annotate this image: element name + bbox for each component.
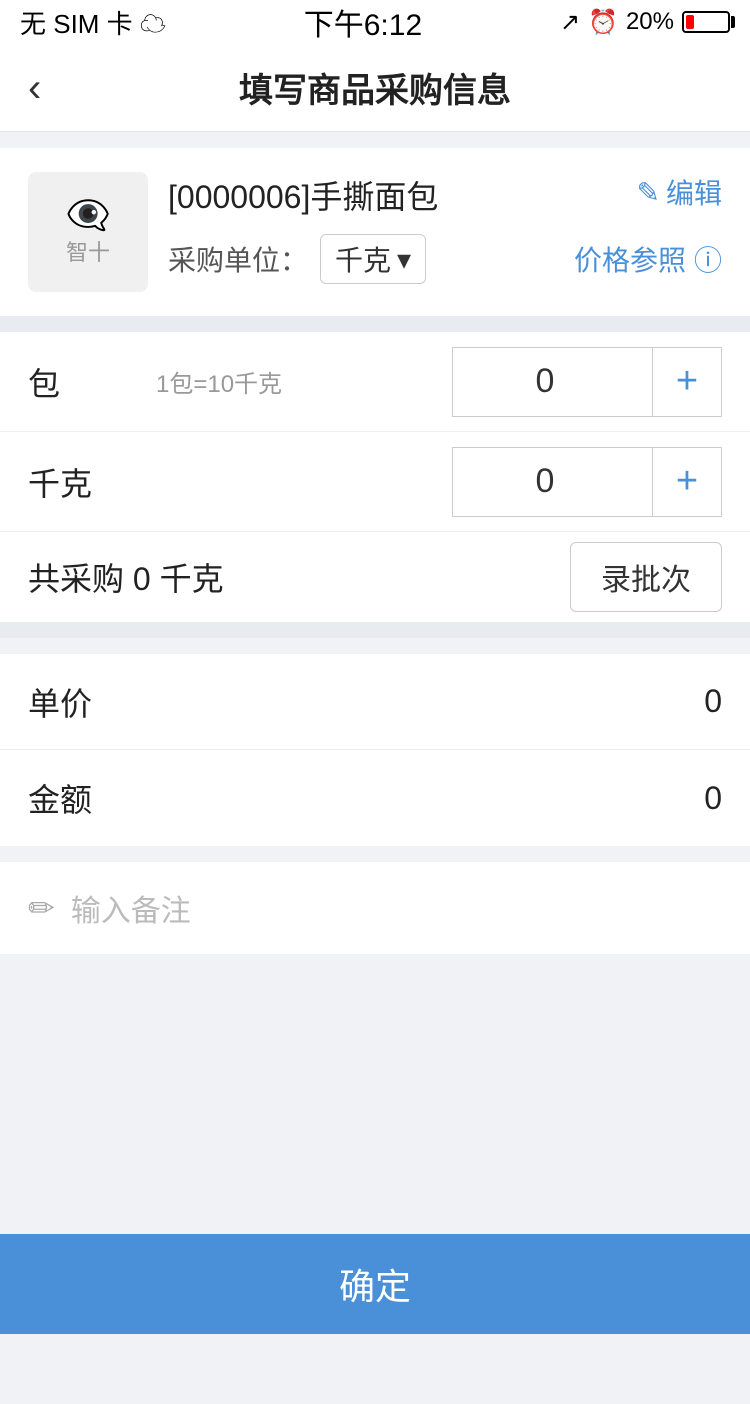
unit-price-row: 单价 0 (0, 654, 750, 750)
alarm-icon: ⏰ (588, 8, 618, 37)
package-quantity-box: + (452, 347, 722, 417)
kg-label: 千克 (28, 459, 148, 505)
amount-row: 金额 0 (0, 750, 750, 846)
total-row: 共采购 0 千克 录批次 (0, 532, 750, 622)
remark-section[interactable]: ✏ 输入备注 (0, 862, 750, 954)
back-button[interactable]: ‹ (28, 68, 41, 108)
record-batch-button[interactable]: 录批次 (570, 542, 722, 612)
product-unit: 采购单位： 千克 ▾ (168, 234, 426, 284)
product-name: [0000006]手撕面包 (168, 172, 438, 218)
product-image: 👁️‍🗨️ 智十 (28, 172, 148, 292)
edit-label: 编辑 (666, 172, 722, 212)
unit-price-label: 单价 (28, 679, 92, 725)
product-info: [0000006]手撕面包 ✎ 编辑 采购单位： 千克 ▾ 价格参照 ⓘ (168, 172, 722, 284)
kg-plus-button[interactable]: + (652, 447, 722, 517)
total-amount: 0 (133, 561, 151, 597)
unit-value: 千克 (335, 239, 391, 279)
unit-prefix-label: 采购单位： (168, 239, 308, 279)
package-plus-button[interactable]: + (652, 347, 722, 417)
sim-label: 无 SIM 卡 ☁ (20, 4, 166, 41)
unit-price-value: 0 (704, 683, 722, 720)
edit-button[interactable]: ✎ 编辑 (637, 172, 722, 212)
battery-icon (682, 11, 730, 33)
package-row: 包 1包=10千克 + (0, 332, 750, 432)
price-reference-button[interactable]: 价格参照 ⓘ (574, 239, 722, 279)
kg-quantity-input[interactable] (452, 447, 652, 517)
price-section: 单价 0 金额 0 (0, 654, 750, 846)
product-header: [0000006]手撕面包 ✎ 编辑 (168, 172, 722, 218)
status-bar: 无 SIM 卡 ☁ 下午6:12 ↗ ⏰ 20% (0, 0, 750, 44)
unit-dropdown[interactable]: 千克 ▾ (320, 234, 426, 284)
product-logo: 👁️‍🗨️ 智十 (66, 197, 111, 267)
amount-label: 金额 (28, 775, 92, 821)
total-unit: 千克 (160, 561, 224, 597)
status-left: 无 SIM 卡 ☁ (20, 4, 166, 41)
owl-icon: 👁️‍🗨️ (66, 197, 111, 233)
kg-row: 千克 + (0, 432, 750, 532)
product-unit-row: 采购单位： 千克 ▾ 价格参照 ⓘ (168, 234, 722, 284)
status-right: ↗ ⏰ 20% (560, 8, 730, 37)
brand-label: 智十 (66, 235, 110, 267)
page-title: 填写商品采购信息 (239, 63, 511, 112)
package-label: 包 (28, 359, 148, 405)
price-ref-label: 价格参照 (574, 239, 686, 279)
help-icon: ⓘ (694, 239, 722, 279)
kg-quantity-box: + (452, 447, 722, 517)
input-section: 包 1包=10千克 + 千克 + (0, 332, 750, 532)
dropdown-arrow: ▾ (397, 243, 411, 276)
remark-placeholder: 输入备注 (71, 886, 191, 930)
nav-bar: ‹ 填写商品采购信息 (0, 44, 750, 132)
battery-label: 20% (626, 8, 674, 36)
main-content: 👁️‍🗨️ 智十 [0000006]手撕面包 ✎ 编辑 采购单位： 千克 ▾ (0, 148, 750, 1404)
total-label: 共采购 0 千克 (28, 554, 224, 600)
amount-value: 0 (704, 780, 722, 817)
confirm-button[interactable]: 确定 (0, 1234, 750, 1334)
location-icon: ↗ (560, 8, 580, 37)
status-time: 下午6:12 (304, 0, 422, 44)
pencil-icon: ✏ (28, 889, 55, 927)
product-card: 👁️‍🗨️ 智十 [0000006]手撕面包 ✎ 编辑 采购单位： 千克 ▾ (0, 148, 750, 316)
package-sub-label: 1包=10千克 (156, 364, 282, 399)
edit-icon: ✎ (637, 176, 660, 209)
divider-2 (0, 622, 750, 638)
divider-1 (0, 316, 750, 332)
package-quantity-input[interactable] (452, 347, 652, 417)
